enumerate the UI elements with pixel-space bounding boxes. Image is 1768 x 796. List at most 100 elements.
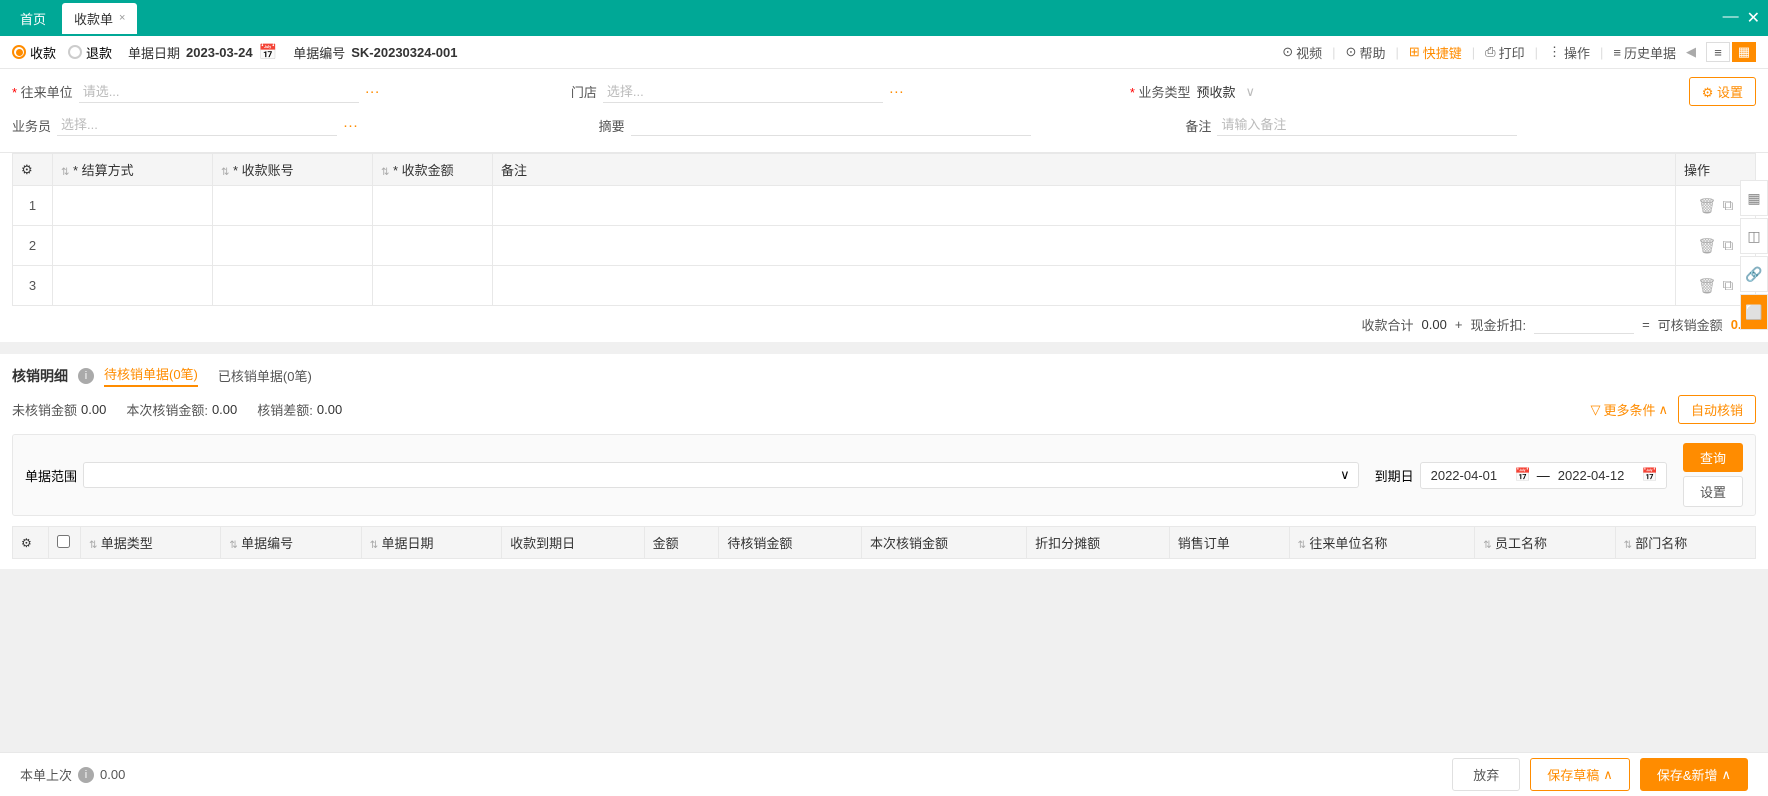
operation-btn[interactable]: ⋮ 操作	[1548, 43, 1590, 62]
staff-more-btn[interactable]: ···	[343, 117, 358, 134]
close-icon[interactable]: ×	[119, 12, 125, 24]
tab-active[interactable]: 收款单 ×	[62, 3, 137, 34]
video-btn[interactable]: ⊙ 视频	[1282, 43, 1322, 62]
bottom-table: ⚙ ⇅ 单据类型 ⇅ 单据编号 ⇅ 单据日期 收款到期日 金	[12, 526, 1756, 559]
right-panel-btn-1[interactable]: ▦	[1740, 180, 1768, 216]
shortcut-btn[interactable]: ⊞ 快捷键	[1409, 43, 1462, 62]
bt-th-staff: ⇅ 员工名称	[1475, 527, 1615, 559]
date-label: 单据日期	[128, 43, 180, 62]
due-label: 到期日	[1375, 466, 1414, 485]
diff-value: 0.00	[317, 402, 342, 417]
hexiao-info-icon[interactable]: i	[78, 368, 94, 384]
row3-delete-btn[interactable]: 🗑	[1698, 277, 1717, 295]
calendar-from-icon[interactable]: 📅	[1515, 467, 1531, 483]
range-select[interactable]: ∨	[83, 462, 1359, 488]
filter-row: 单据范围 ∨ 到期日 📅 — 📅 查询 设置	[12, 434, 1756, 516]
row2-delete-btn[interactable]: 🗑	[1698, 237, 1717, 255]
help-btn[interactable]: ⊙ 帮助	[1346, 43, 1386, 62]
tab-done[interactable]: 已核销单据(0笔)	[218, 366, 312, 385]
save-new-chevron[interactable]: ∧	[1721, 767, 1731, 783]
radio-shoukuan[interactable]: 收款	[12, 43, 56, 62]
nav-left-icon[interactable]: ◀	[1686, 44, 1696, 60]
calendar-to-icon[interactable]: 📅	[1642, 467, 1658, 483]
row2-settle[interactable]	[53, 226, 213, 266]
diff-label: 核销差额:	[257, 400, 313, 419]
staff-input[interactable]	[57, 114, 337, 136]
abandon-btn[interactable]: 放弃	[1452, 758, 1520, 791]
bt-th-check[interactable]	[49, 527, 81, 559]
row3-settle[interactable]	[53, 266, 213, 306]
auto-hexiao-btn[interactable]: 自动核销	[1678, 395, 1756, 424]
calendar-icon[interactable]: 📅	[259, 43, 278, 61]
more-conditions-btn[interactable]: ▽ 更多条件 ∧	[1590, 400, 1668, 419]
row3-note[interactable]	[493, 266, 1676, 306]
remark-input[interactable]	[1217, 114, 1517, 136]
right-panel-btn-4[interactable]: ⬜	[1740, 294, 1768, 330]
bt-th-pending: 待核销金额	[719, 527, 862, 559]
toolbar-right-actions: ⊙ 视频 | ⊙ 帮助 | ⊞ 快捷键 | ⎙ 打印 | ⋮ 操作 | ≡ 历史…	[1282, 42, 1756, 62]
row1-copy-btn[interactable]: ⧉	[1723, 197, 1734, 215]
row1-settle[interactable]	[53, 186, 213, 226]
select-all-checkbox[interactable]	[57, 535, 70, 548]
row3-amount[interactable]	[373, 266, 493, 306]
row2-account[interactable]	[213, 226, 373, 266]
row3-copy-btn[interactable]: ⧉	[1723, 277, 1734, 295]
row2-index: 2	[13, 226, 53, 266]
bt-th-counterparty-label: 往来单位名称	[1309, 536, 1387, 551]
bt-th-gear[interactable]: ⚙	[13, 527, 49, 559]
row1-note[interactable]	[493, 186, 1676, 226]
bt-sort-counterparty: ⇅	[1298, 540, 1306, 551]
radio-tuikuan[interactable]: 退款	[68, 43, 112, 62]
bt-sort-staff: ⇅	[1483, 540, 1491, 551]
biz-type-arrow[interactable]: ∨	[1246, 84, 1256, 100]
summary-input[interactable]	[631, 114, 1031, 136]
query-btn[interactable]: 查询	[1683, 443, 1743, 472]
bt-sort-number: ⇅	[229, 540, 237, 551]
radio-shoukuan-circle	[12, 45, 26, 59]
row1-delete-btn[interactable]: 🗑	[1698, 197, 1717, 215]
right-panel-btn-2[interactable]: ◫	[1740, 218, 1768, 254]
bt-th-dept-label: 部门名称	[1635, 536, 1687, 551]
form-row-2: 业务员 ··· 摘要 备注	[12, 114, 1756, 136]
row3-account[interactable]	[213, 266, 373, 306]
tab-pending[interactable]: 待核销单据(0笔)	[104, 364, 198, 387]
table-row: 3 🗑 ⧉	[13, 266, 1756, 306]
window-minimize-icon[interactable]: —	[1723, 8, 1739, 28]
window-close-icon[interactable]: ✕	[1747, 8, 1760, 28]
print-btn[interactable]: ⎙ 打印	[1485, 43, 1524, 62]
row1-action-btns: 🗑 ⧉	[1684, 197, 1747, 215]
hexiao-settings-btn[interactable]: 设置	[1683, 476, 1743, 507]
date-to-input[interactable]	[1556, 466, 1636, 485]
store-more-btn[interactable]: ···	[889, 83, 904, 100]
number-value[interactable]: SK-20230324-001	[351, 45, 457, 60]
footer-right: 放弃 保存草稿 ∧ 保存&新增 ∧	[1452, 758, 1748, 791]
th-settings[interactable]: ⚙	[13, 154, 53, 186]
staff-field: 业务员 ···	[12, 114, 583, 136]
date-value[interactable]: 2023-03-24	[186, 45, 253, 60]
counterparty-more-btn[interactable]: ···	[365, 83, 380, 100]
tab-home[interactable]: 首页	[8, 3, 58, 34]
row2-note[interactable]	[493, 226, 1676, 266]
bt-th-staff-label: 员工名称	[1495, 536, 1547, 551]
save-new-btn[interactable]: 保存&新增 ∧	[1640, 758, 1748, 791]
history-btn[interactable]: ≡ 历史单据	[1613, 43, 1676, 62]
row1-account[interactable]	[213, 186, 373, 226]
menu-btn-list[interactable]: ≡	[1706, 42, 1730, 62]
row2-copy-btn[interactable]: ⧉	[1723, 237, 1734, 255]
store-input[interactable]	[603, 81, 883, 103]
bt-th-number: ⇅ 单据编号	[221, 527, 361, 559]
counterparty-input[interactable]	[79, 81, 359, 103]
th-account-label: * 收款账号	[233, 163, 294, 178]
sort-arrows-settle: ⇅	[61, 167, 69, 178]
date-from-input[interactable]	[1429, 466, 1509, 485]
footer-info-icon[interactable]: i	[78, 767, 94, 783]
menu-btn-grid[interactable]: ▦	[1732, 42, 1756, 62]
save-draft-chevron[interactable]: ∧	[1603, 767, 1613, 783]
form-settings-btn[interactable]: ⚙ 设置	[1689, 77, 1756, 106]
right-panel-btn-3[interactable]: 🔗	[1740, 256, 1768, 292]
discount-input[interactable]	[1534, 314, 1634, 334]
th-note: 备注	[493, 154, 1676, 186]
row1-amount[interactable]	[373, 186, 493, 226]
save-draft-btn[interactable]: 保存草稿 ∧	[1530, 758, 1630, 791]
row2-amount[interactable]	[373, 226, 493, 266]
